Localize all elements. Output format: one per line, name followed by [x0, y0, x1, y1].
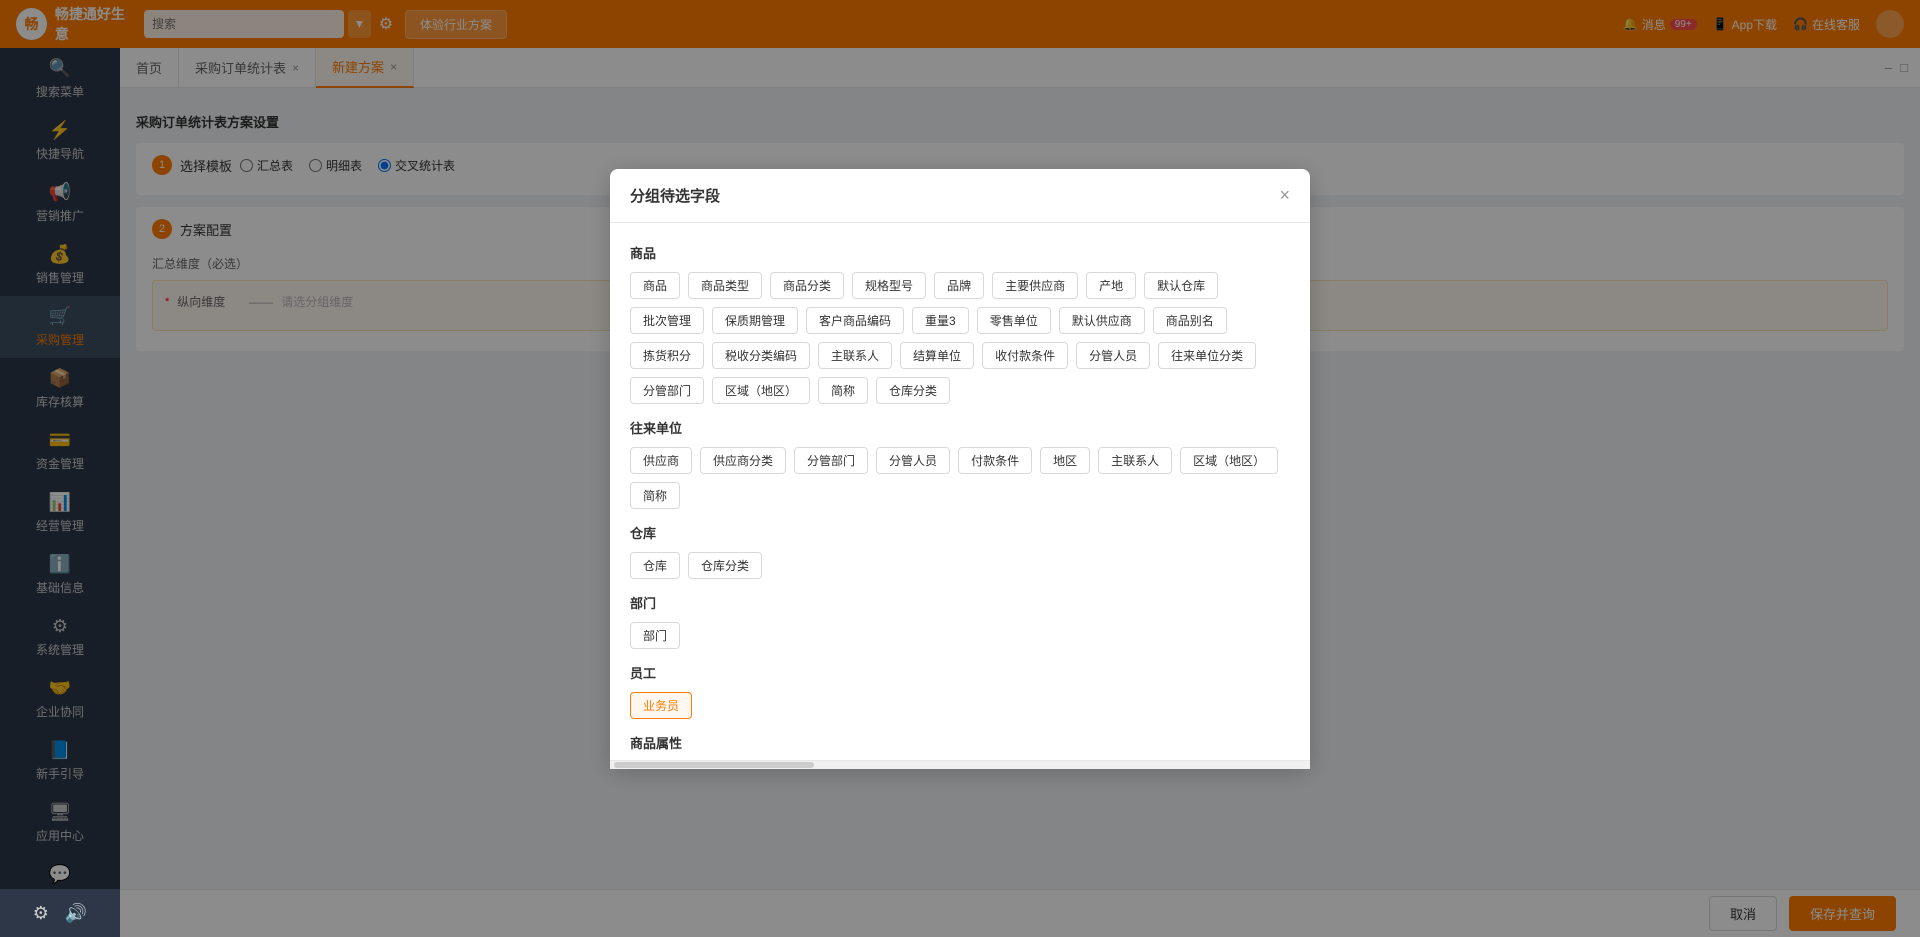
- section-title-product: 商品: [630, 243, 1290, 262]
- tag-grid-product: 商品 商品类型 商品分类 规格型号 品牌 主要供应商 产地 默认仓库 批次管理 …: [630, 272, 1290, 404]
- tag-grid-employee: 业务员: [630, 692, 1290, 719]
- tag-product-default-warehouse[interactable]: 默认仓库: [1144, 272, 1218, 299]
- tag-partner-supplier[interactable]: 供应商: [630, 447, 692, 474]
- modal: 分组待选字段 × 商品 商品 商品类型 商品分类 规格型号 品牌 主要供应商 产…: [610, 169, 1310, 769]
- tag-product-type[interactable]: 商品类型: [688, 272, 762, 299]
- tag-grid-dept: 部门: [630, 622, 1290, 649]
- tag-product-main-supplier[interactable]: 主要供应商: [992, 272, 1078, 299]
- modal-horizontal-scrollbar[interactable]: [610, 760, 1310, 769]
- section-title-product-attr: 商品属性: [630, 733, 1290, 752]
- tag-partner-contact[interactable]: 主联系人: [1098, 447, 1172, 474]
- tag-product-category[interactable]: 商品分类: [770, 272, 844, 299]
- modal-close-btn[interactable]: ×: [1279, 185, 1290, 206]
- tag-product-warehouse-cat[interactable]: 仓库分类: [876, 377, 950, 404]
- tag-partner-manager[interactable]: 分管人员: [876, 447, 950, 474]
- tag-product-customer-code[interactable]: 客户商品编码: [806, 307, 904, 334]
- tag-product-settle-unit[interactable]: 结算单位: [900, 342, 974, 369]
- tag-partner-region[interactable]: 地区: [1040, 447, 1090, 474]
- tag-product-brand[interactable]: 品牌: [934, 272, 984, 299]
- tag-product-batch[interactable]: 批次管理: [630, 307, 704, 334]
- modal-title: 分组待选字段: [630, 185, 720, 206]
- tag-partner-abbr[interactable]: 简称: [630, 482, 680, 509]
- tag-product-weight[interactable]: 重量3: [912, 307, 969, 334]
- modal-hscroll-thumb: [614, 762, 814, 768]
- tag-product-default-supplier[interactable]: 默认供应商: [1059, 307, 1145, 334]
- tag-warehouse-cat[interactable]: 仓库分类: [688, 552, 762, 579]
- modal-body[interactable]: 商品 商品 商品类型 商品分类 规格型号 品牌 主要供应商 产地 默认仓库 批次…: [610, 223, 1310, 760]
- tag-product-manager[interactable]: 分管人员: [1076, 342, 1150, 369]
- tag-partner-dept[interactable]: 分管部门: [794, 447, 868, 474]
- section-title-dept: 部门: [630, 593, 1290, 612]
- modal-overlay: 分组待选字段 × 商品 商品 商品类型 商品分类 规格型号 品牌 主要供应商 产…: [0, 0, 1920, 937]
- tag-product-abbr[interactable]: 简称: [818, 377, 868, 404]
- tag-product-alias[interactable]: 商品别名: [1153, 307, 1227, 334]
- tag-partner-supplier-cat[interactable]: 供应商分类: [700, 447, 786, 474]
- tag-product-goods[interactable]: 商品: [630, 272, 680, 299]
- sidebar-footer: ⚙ 🔊: [0, 889, 120, 937]
- audio-icon[interactable]: 🔊: [65, 903, 87, 924]
- tag-warehouse-wh[interactable]: 仓库: [630, 552, 680, 579]
- tag-product-tax-code[interactable]: 税收分类编码: [712, 342, 810, 369]
- tag-product-origin[interactable]: 产地: [1086, 272, 1136, 299]
- tag-partner-payment[interactable]: 付款条件: [958, 447, 1032, 474]
- tag-product-pick-score[interactable]: 拣货积分: [630, 342, 704, 369]
- modal-header: 分组待选字段 ×: [610, 169, 1310, 223]
- settings-bottom-icon[interactable]: ⚙: [33, 903, 49, 924]
- tag-product-main-contact[interactable]: 主联系人: [818, 342, 892, 369]
- tag-dept-dept[interactable]: 部门: [630, 622, 680, 649]
- tag-grid-warehouse: 仓库 仓库分类: [630, 552, 1290, 579]
- tag-product-dept[interactable]: 分管部门: [630, 377, 704, 404]
- tag-employee-salesperson[interactable]: 业务员: [630, 692, 692, 719]
- section-title-partner: 往来单位: [630, 418, 1290, 437]
- tag-product-spec[interactable]: 规格型号: [852, 272, 926, 299]
- tag-product-payment-terms[interactable]: 收付款条件: [982, 342, 1068, 369]
- tag-product-expiry[interactable]: 保质期管理: [712, 307, 798, 334]
- section-title-employee: 员工: [630, 663, 1290, 682]
- tag-product-retail-unit[interactable]: 零售单位: [977, 307, 1051, 334]
- tag-product-partner-category[interactable]: 往来单位分类: [1158, 342, 1256, 369]
- tag-grid-partner: 供应商 供应商分类 分管部门 分管人员 付款条件 地区 主联系人 区域（地区） …: [630, 447, 1290, 509]
- section-title-warehouse: 仓库: [630, 523, 1290, 542]
- tag-partner-region2[interactable]: 区域（地区）: [1180, 447, 1278, 474]
- tag-product-region[interactable]: 区域（地区）: [712, 377, 810, 404]
